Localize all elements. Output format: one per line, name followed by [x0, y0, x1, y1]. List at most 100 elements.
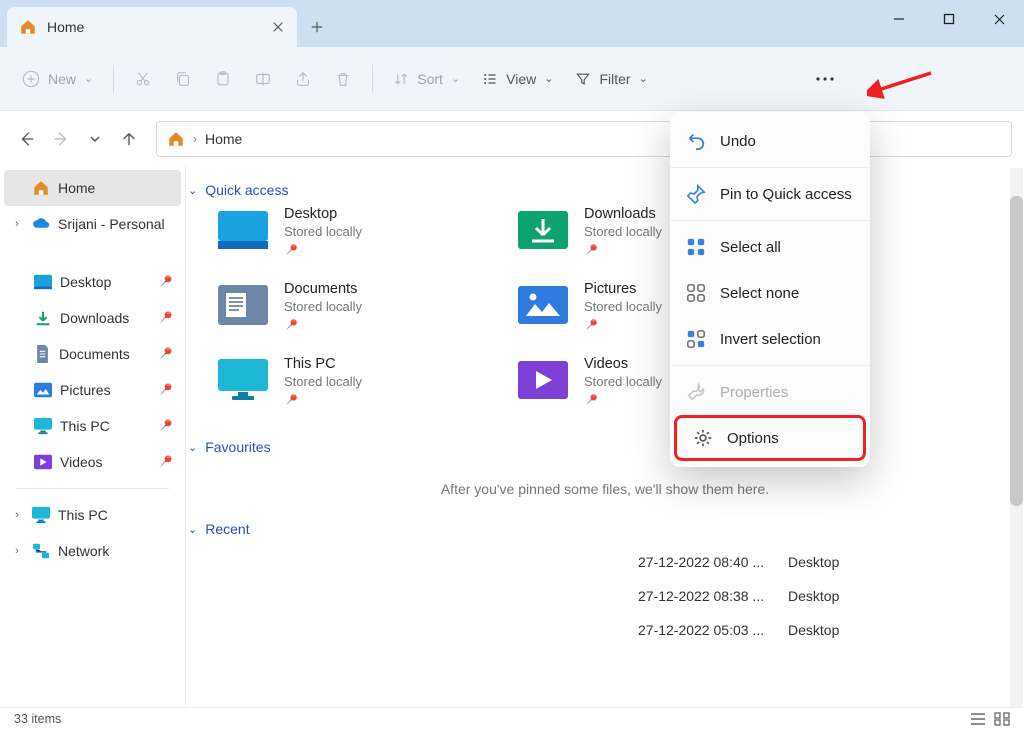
section-quick-access[interactable]: ⌄ Quick access — [186, 176, 1024, 206]
sidebar-item-downloads[interactable]: Downloads 📍 — [4, 300, 181, 336]
chevron-right-icon[interactable]: › — [10, 545, 24, 557]
separator — [670, 220, 870, 221]
address-bar: › Home — [0, 111, 1024, 166]
videos-icon — [516, 358, 570, 402]
menu-select-none[interactable]: Select none — [670, 270, 870, 316]
separator — [372, 65, 373, 93]
tiles-view-icon[interactable] — [994, 712, 1010, 726]
close-icon — [993, 13, 1006, 26]
arrow-left-icon — [18, 130, 36, 148]
delete-button[interactable] — [326, 64, 360, 94]
sidebar-item-documents[interactable]: Documents📍 — [4, 336, 181, 372]
documents-icon — [216, 283, 270, 327]
history-button[interactable] — [80, 124, 110, 154]
close-icon[interactable] — [271, 20, 285, 34]
close-window-button[interactable] — [974, 0, 1024, 38]
sidebar-label: Documents — [59, 346, 130, 362]
new-button[interactable]: New ⌄ — [14, 64, 101, 94]
undo-icon — [686, 131, 706, 151]
rename-button[interactable] — [246, 64, 280, 94]
arrow-right-icon — [52, 130, 70, 148]
section-favourites[interactable]: ⌄ Favourites — [186, 433, 1024, 463]
recent-row[interactable]: 27-12-2022 08:38 ... Desktop — [218, 579, 1024, 613]
quick-access-desktop[interactable]: Desktop Stored locally 📍 — [216, 206, 516, 259]
quick-access-documents[interactable]: Documents Stored locally 📍 — [216, 281, 516, 334]
home-icon — [167, 130, 185, 148]
menu-options[interactable]: Options — [674, 415, 866, 461]
arrow-up-icon — [120, 130, 138, 148]
chevron-down-icon: ⌄ — [188, 441, 197, 454]
details-view-icon[interactable] — [970, 712, 986, 726]
recent-date: 27-12-2022 08:40 ... — [638, 554, 788, 570]
sidebar-item-videos[interactable]: Videos 📍 — [4, 444, 181, 480]
item-sublabel: Stored locally — [284, 374, 362, 389]
menu-label: Select none — [720, 285, 799, 302]
sidebar-item-home[interactable]: Home — [4, 170, 181, 206]
chevron-down-icon: ⌄ — [188, 523, 197, 536]
chevron-right-icon[interactable]: › — [10, 218, 24, 230]
monitor-icon — [34, 417, 52, 435]
sidebar-item-pictures[interactable]: Pictures📍 — [4, 372, 181, 408]
filter-button[interactable]: Filter ⌄ — [567, 65, 655, 93]
item-sublabel: Stored locally — [584, 299, 662, 314]
ellipsis-icon — [814, 71, 836, 87]
paste-button[interactable] — [206, 64, 240, 94]
item-sublabel: Stored locally — [284, 299, 362, 314]
breadcrumb-box[interactable]: › Home — [156, 121, 1012, 157]
recent-row[interactable]: 27-12-2022 05:03 ... Desktop — [218, 613, 1024, 647]
sidebar-item-thispc2[interactable]: ›This PC — [4, 497, 181, 533]
back-button[interactable] — [12, 124, 42, 154]
invert-icon — [686, 329, 706, 349]
breadcrumb-home[interactable]: Home — [205, 131, 242, 147]
sidebar-item-network[interactable]: › Network — [4, 533, 181, 569]
scrollbar-thumb[interactable] — [1010, 196, 1023, 506]
new-tab-button[interactable] — [297, 7, 337, 47]
rename-icon — [254, 70, 272, 88]
sidebar-label: This PC — [60, 418, 110, 434]
monitor-icon — [32, 506, 50, 524]
tab-title: Home — [47, 19, 271, 35]
forward-button[interactable] — [46, 124, 76, 154]
menu-pin[interactable]: Pin to Quick access — [670, 171, 870, 217]
view-button[interactable]: View ⌄ — [474, 65, 561, 93]
maximize-button[interactable] — [924, 0, 974, 38]
menu-undo[interactable]: Undo — [670, 118, 870, 164]
chevron-down-icon — [88, 132, 102, 146]
menu-invert[interactable]: Invert selection — [670, 316, 870, 362]
section-recent[interactable]: ⌄ Recent — [186, 515, 1024, 545]
tab-home[interactable]: Home — [7, 7, 297, 47]
recent-row[interactable]: 27-12-2022 08:40 ... Desktop — [218, 545, 1024, 579]
item-label: Desktop — [284, 206, 362, 222]
section-label: Quick access — [205, 182, 288, 198]
chevron-right-icon: › — [193, 132, 197, 146]
quick-access-monitor[interactable]: This PC Stored locally 📍 — [216, 356, 516, 409]
sidebar-label: Downloads — [60, 310, 129, 326]
item-sublabel: Stored locally — [584, 374, 662, 389]
separator — [670, 365, 870, 366]
chevron-right-icon[interactable]: › — [10, 509, 24, 521]
view-label: View — [506, 71, 536, 87]
minimize-button[interactable] — [874, 0, 924, 38]
select-none-icon — [686, 283, 706, 303]
network-icon — [32, 542, 50, 560]
new-label: New — [48, 71, 76, 87]
copy-button[interactable] — [166, 64, 200, 94]
share-button[interactable] — [286, 64, 320, 94]
sidebar-label: Videos — [60, 454, 103, 470]
sidebar-item-desktop[interactable]: Desktop📍 — [4, 264, 181, 300]
home-icon — [32, 179, 50, 197]
cut-button[interactable] — [126, 64, 160, 94]
pin-icon: 📍 — [154, 451, 177, 474]
sidebar-item-thispc[interactable]: This PC📍 — [4, 408, 181, 444]
recent-location: Desktop — [788, 588, 839, 604]
recent-location: Desktop — [788, 622, 839, 638]
pin-icon: 📍 — [154, 307, 177, 330]
recent-location: Desktop — [788, 554, 839, 570]
quick-access-grid: Desktop Stored locally 📍 Downloads Store… — [216, 206, 1024, 409]
more-button[interactable] — [806, 65, 844, 93]
sidebar-item-personal[interactable]: › Srijani - Personal — [4, 206, 181, 242]
up-button[interactable] — [114, 124, 144, 154]
sort-button[interactable]: Sort ⌄ — [385, 65, 468, 93]
menu-select-all[interactable]: Select all — [670, 224, 870, 270]
sidebar-label: Network — [58, 543, 109, 559]
